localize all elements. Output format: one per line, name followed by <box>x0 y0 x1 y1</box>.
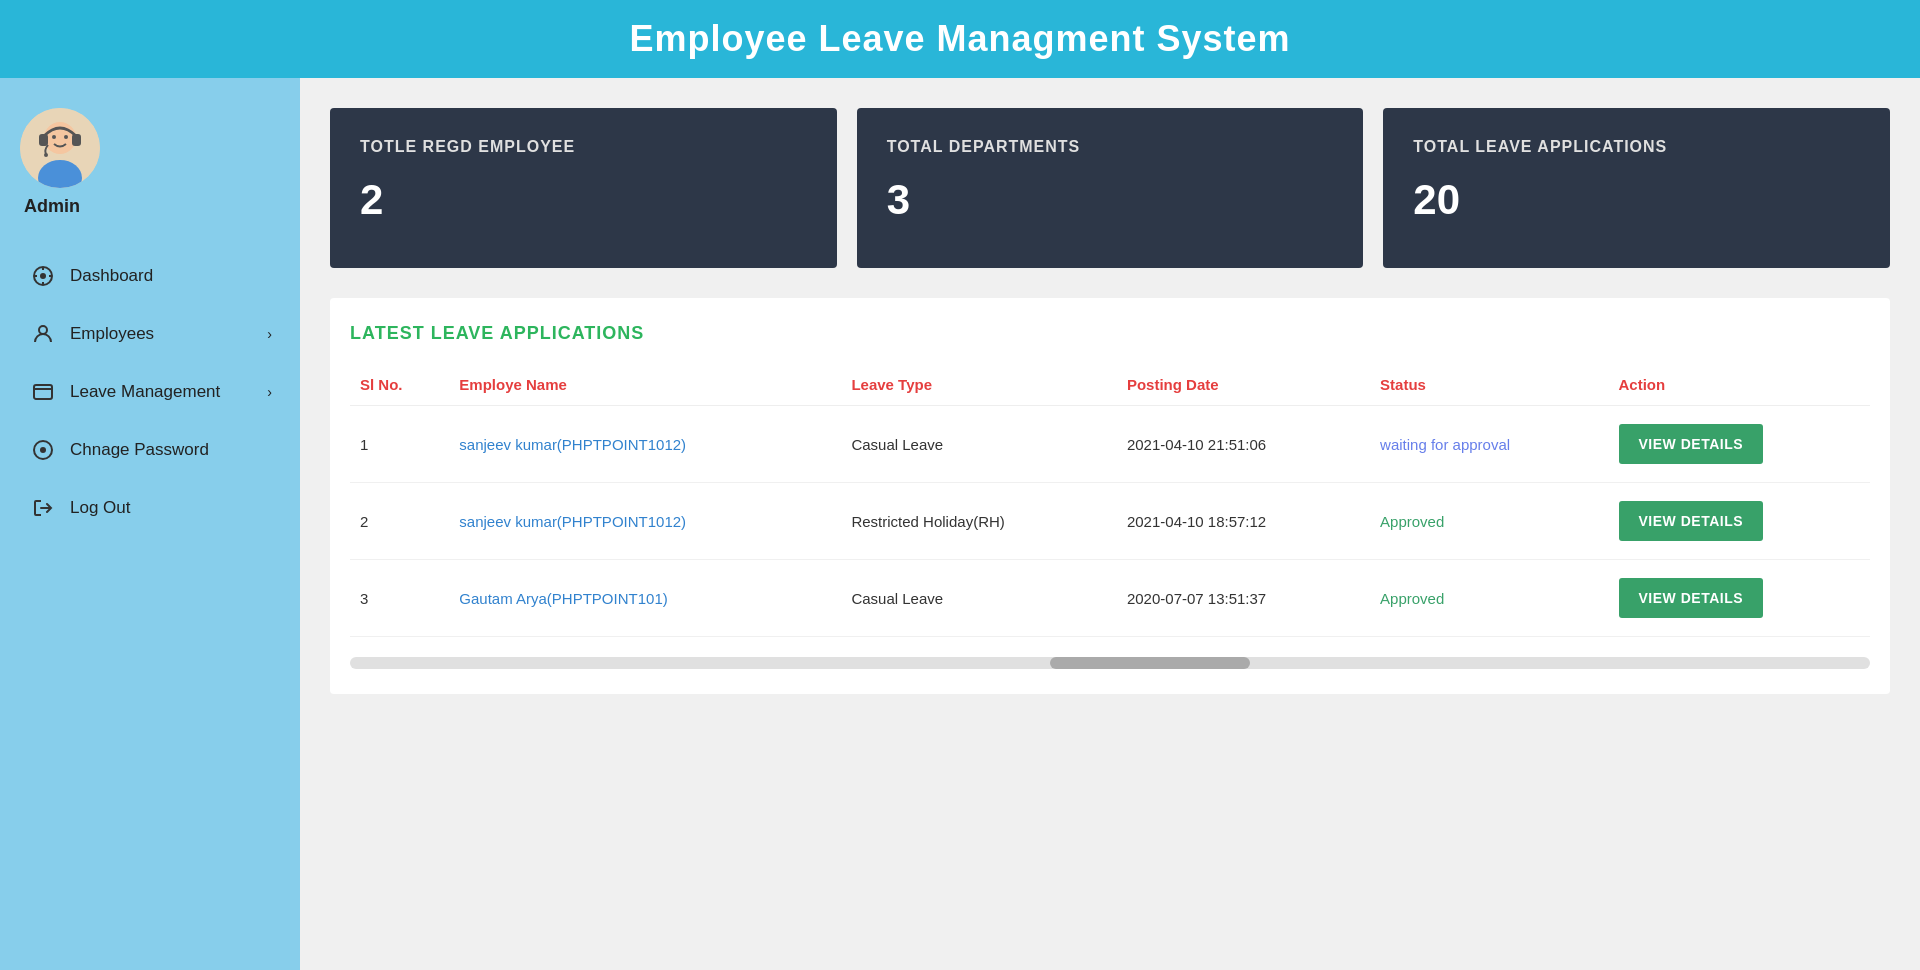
admin-profile: Admin <box>20 108 280 217</box>
horizontal-scrollbar[interactable] <box>350 657 1870 669</box>
employees-icon <box>28 319 58 349</box>
svg-rect-4 <box>72 134 81 146</box>
col-header-posting-date: Posting Date <box>1117 364 1370 406</box>
logout-label: Log Out <box>70 498 131 518</box>
sidebar-item-employees[interactable]: Employees › <box>20 305 280 363</box>
sidebar-item-leave-management[interactable]: Leave Management › <box>20 363 280 421</box>
sidebar-item-dashboard[interactable]: Dashboard <box>20 247 280 305</box>
header-title: Employee Leave Managment System <box>629 18 1290 59</box>
cell-sl-no: 1 <box>350 406 449 483</box>
dashboard-icon <box>28 261 58 291</box>
col-header-action: Action <box>1609 364 1870 406</box>
main-layout: Admin Dashboard <box>0 78 1920 970</box>
table-section: LATEST LEAVE APPLICATIONS Sl No. Employe… <box>330 298 1890 694</box>
view-details-button[interactable]: VIEW DETAILS <box>1619 578 1764 618</box>
col-header-sl-no: Sl No. <box>350 364 449 406</box>
leave-applications-table: Sl No. Employe Name Leave Type Posting D… <box>350 364 1870 637</box>
svg-rect-15 <box>34 385 52 399</box>
stat-value-leave-applications: 20 <box>1413 176 1860 224</box>
stat-title-departments: TOTAL DEPARTMENTS <box>887 138 1334 156</box>
nav-menu: Dashboard Employees › <box>20 247 280 537</box>
employees-label: Employees <box>70 324 154 344</box>
stat-card-leave-applications: TOTAL LEAVE APPLICATIONS 20 <box>1383 108 1890 268</box>
cell-leave-type: Casual Leave <box>841 560 1117 637</box>
avatar <box>20 108 100 188</box>
stat-card-departments: TOTAL DEPARTMENTS 3 <box>857 108 1364 268</box>
stats-row: TOTLE REGD EMPLOYEE 2 TOTAL DEPARTMENTS … <box>330 108 1890 268</box>
change-password-label: Chnage Password <box>70 440 209 460</box>
employees-arrow: › <box>267 326 272 342</box>
sidebar-item-change-password[interactable]: Chnage Password <box>20 421 280 479</box>
sidebar-item-logout[interactable]: Log Out <box>20 479 280 537</box>
cell-status: Approved <box>1370 483 1608 560</box>
view-details-button[interactable]: VIEW DETAILS <box>1619 501 1764 541</box>
table-row: 2 sanjeev kumar(PHPTPOINT1012) Restricte… <box>350 483 1870 560</box>
col-header-status: Status <box>1370 364 1608 406</box>
view-details-button[interactable]: VIEW DETAILS <box>1619 424 1764 464</box>
svg-point-18 <box>40 447 46 453</box>
cell-leave-type: Restricted Holiday(RH) <box>841 483 1117 560</box>
svg-rect-3 <box>39 134 48 146</box>
avatar-image <box>20 108 100 188</box>
svg-point-9 <box>40 273 46 279</box>
cell-employee-name[interactable]: sanjeev kumar(PHPTPOINT1012) <box>449 483 841 560</box>
cell-action[interactable]: VIEW DETAILS <box>1609 406 1870 483</box>
sidebar: Admin Dashboard <box>0 78 300 970</box>
scroll-thumb[interactable] <box>1050 657 1250 669</box>
stat-value-employees: 2 <box>360 176 807 224</box>
cell-sl-no: 3 <box>350 560 449 637</box>
svg-point-14 <box>39 326 47 334</box>
cell-posting-date: 2021-04-10 21:51:06 <box>1117 406 1370 483</box>
main-content: TOTLE REGD EMPLOYEE 2 TOTAL DEPARTMENTS … <box>300 78 1920 970</box>
cell-sl-no: 2 <box>350 483 449 560</box>
svg-point-6 <box>52 135 56 139</box>
cell-action[interactable]: VIEW DETAILS <box>1609 483 1870 560</box>
cell-leave-type: Casual Leave <box>841 406 1117 483</box>
leave-management-icon <box>28 377 58 407</box>
cell-status: waiting for approval <box>1370 406 1608 483</box>
change-password-icon <box>28 435 58 465</box>
stat-title-leave-applications: TOTAL LEAVE APPLICATIONS <box>1413 138 1860 156</box>
admin-name-label: Admin <box>24 196 80 217</box>
leave-management-arrow: › <box>267 384 272 400</box>
cell-employee-name[interactable]: sanjeev kumar(PHPTPOINT1012) <box>449 406 841 483</box>
cell-posting-date: 2020-07-07 13:51:37 <box>1117 560 1370 637</box>
cell-action[interactable]: VIEW DETAILS <box>1609 560 1870 637</box>
leave-management-label: Leave Management <box>70 382 220 402</box>
cell-posting-date: 2021-04-10 18:57:12 <box>1117 483 1370 560</box>
stat-title-employees: TOTLE REGD EMPLOYEE <box>360 138 807 156</box>
table-section-title: LATEST LEAVE APPLICATIONS <box>350 323 1870 344</box>
stat-value-departments: 3 <box>887 176 1334 224</box>
stat-card-employees: TOTLE REGD EMPLOYEE 2 <box>330 108 837 268</box>
col-header-leave-type: Leave Type <box>841 364 1117 406</box>
svg-point-7 <box>64 135 68 139</box>
col-header-employee-name: Employe Name <box>449 364 841 406</box>
dashboard-label: Dashboard <box>70 266 153 286</box>
logout-icon <box>28 493 58 523</box>
table-header-row: Sl No. Employe Name Leave Type Posting D… <box>350 364 1870 406</box>
table-row: 1 sanjeev kumar(PHPTPOINT1012) Casual Le… <box>350 406 1870 483</box>
svg-point-5 <box>44 153 48 157</box>
cell-employee-name[interactable]: Gautam Arya(PHPTPOINT101) <box>449 560 841 637</box>
page-header: Employee Leave Managment System <box>0 0 1920 78</box>
cell-status: Approved <box>1370 560 1608 637</box>
table-row: 3 Gautam Arya(PHPTPOINT101) Casual Leave… <box>350 560 1870 637</box>
